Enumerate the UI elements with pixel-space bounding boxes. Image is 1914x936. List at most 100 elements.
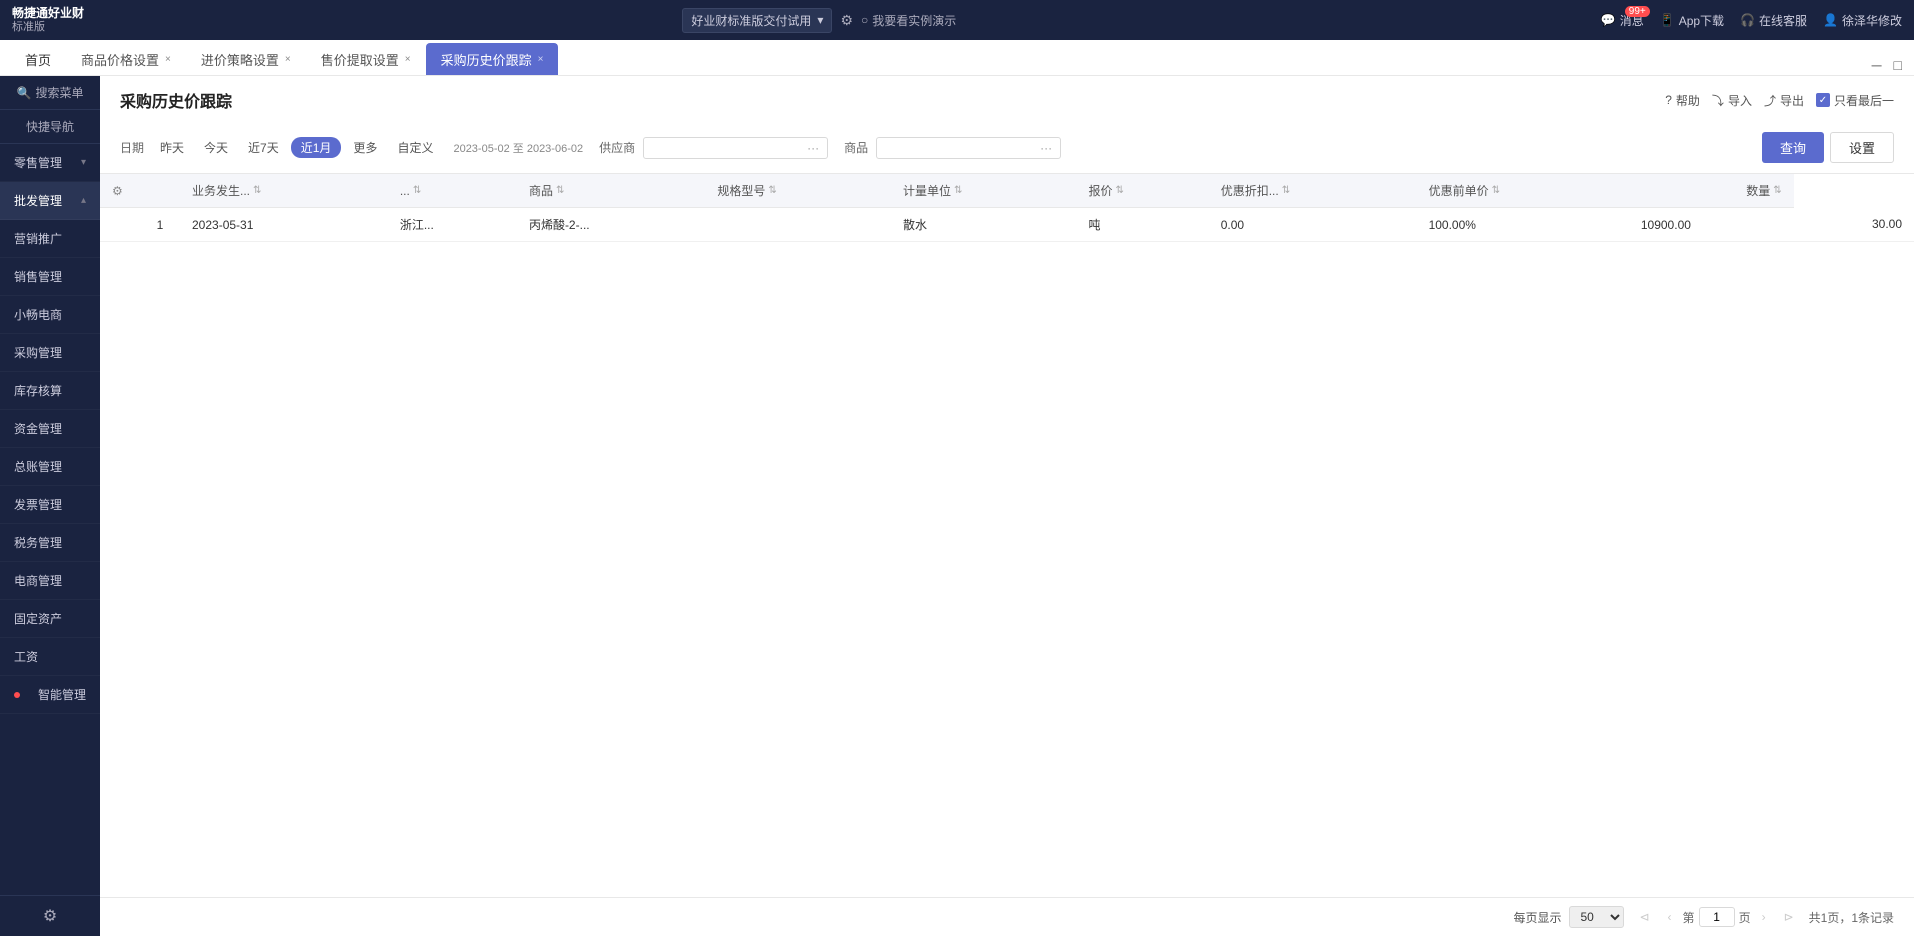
product-ellipsis[interactable]: ··· xyxy=(1040,141,1052,155)
table-head: ⚙ 业务发生... ⇅ ... ⇅ xyxy=(100,174,1914,208)
th-date[interactable]: 业务发生... ⇅ xyxy=(180,174,388,208)
version-select[interactable]: 好业财标准版交付试用 ▾ xyxy=(682,8,832,33)
th-sort-price[interactable]: 报价 ⇅ xyxy=(1089,182,1197,199)
table-wrap: ⚙ 业务发生... ⇅ ... ⇅ xyxy=(100,174,1914,897)
export-button[interactable]: ⤴ 导出 xyxy=(1764,92,1804,109)
td-discount: 100.00% xyxy=(1417,208,1629,242)
th-unit-price[interactable]: 优惠前单价 ⇅ xyxy=(1417,174,1629,208)
sidebar-search[interactable]: 🔍 搜索菜单 xyxy=(0,76,100,110)
th-quantity[interactable]: 数量 ⇅ xyxy=(1629,174,1794,208)
sidebar-quick-nav[interactable]: 快捷导航 xyxy=(0,110,100,144)
th-sort-product[interactable]: 商品 ⇅ xyxy=(529,182,693,199)
sort-icon-discount: ⇅ xyxy=(1282,185,1290,196)
supplier-input[interactable] xyxy=(652,141,807,155)
message-button[interactable]: 💬 消息 99+ xyxy=(1601,12,1644,29)
sidebar-item-general-ledger[interactable]: 总账管理 xyxy=(0,448,100,486)
settings-icon[interactable]: ⚙ xyxy=(840,12,853,29)
filter-actions: 查询 设置 xyxy=(1762,132,1894,163)
tab-close-price[interactable]: × xyxy=(165,54,171,65)
th-sort-extra[interactable]: ... ⇅ xyxy=(400,184,505,198)
sidebar-item-invoice[interactable]: 发票管理 xyxy=(0,486,100,524)
th-product[interactable]: 商品 ⇅ xyxy=(517,174,705,208)
th-sort-spec[interactable]: 规格型号 ⇅ xyxy=(717,182,879,199)
product-filter-group: 商品 ··· xyxy=(844,137,1061,159)
only-last-checkbox[interactable]: ✓ 只看最后一 xyxy=(1816,92,1894,109)
page-number-input[interactable] xyxy=(1699,907,1735,927)
sidebar-item-marketing[interactable]: 营销推广 xyxy=(0,220,100,258)
sidebar-item-ecommerce[interactable]: 电商管理 xyxy=(0,562,100,600)
page-size-label: 每页显示 xyxy=(1513,909,1561,926)
sidebar-item-ecommerce-small[interactable]: 小畅电商 xyxy=(0,296,100,334)
tab-home[interactable]: 首页 xyxy=(10,43,66,75)
page-next-button[interactable]: › xyxy=(1755,907,1773,927)
user-button[interactable]: 👤 徐泽华修改 xyxy=(1823,12,1902,29)
product-input[interactable] xyxy=(885,141,1040,155)
date-opt-more[interactable]: 更多 xyxy=(345,137,385,158)
tab-maximize-icon[interactable]: □ xyxy=(1890,55,1906,75)
page-suffix-label: 页 xyxy=(1739,909,1751,926)
page-size-select[interactable]: 50 100 200 xyxy=(1569,906,1624,928)
headset-icon: 🎧 xyxy=(1740,13,1755,27)
sidebar-item-smart[interactable]: 智能管理 xyxy=(0,676,100,714)
sort-icon-quantity: ⇅ xyxy=(1773,185,1781,196)
search-menu-button[interactable]: 🔍 搜索菜单 xyxy=(10,84,90,101)
th-extra[interactable]: ... ⇅ xyxy=(388,174,517,208)
sidebar-item-purchase[interactable]: 采购管理 xyxy=(0,334,100,372)
query-button[interactable]: 查询 xyxy=(1762,132,1824,163)
total-info: 共1页，1条记录 xyxy=(1809,909,1894,926)
sort-icon-product: ⇅ xyxy=(556,185,564,196)
help-button[interactable]: ? 帮助 xyxy=(1665,92,1700,109)
online-service-button[interactable]: 🎧 在线客服 xyxy=(1740,12,1807,29)
table-header-row: ⚙ 业务发生... ⇅ ... ⇅ xyxy=(100,174,1914,208)
th-unit[interactable]: 计量单位 ⇅ xyxy=(891,174,1077,208)
date-opt-yesterday[interactable]: 昨天 xyxy=(152,137,192,158)
sidebar-item-wholesale[interactable]: 批发管理 ▴ xyxy=(0,182,100,220)
import-icon: ⤵ xyxy=(1712,92,1724,109)
th-sort-discount[interactable]: 优惠折扣... ⇅ xyxy=(1221,182,1405,199)
th-sort-quantity[interactable]: 数量 ⇅ xyxy=(1641,182,1782,199)
sidebar-item-sales[interactable]: 销售管理 xyxy=(0,258,100,296)
th-settings[interactable]: ⚙ xyxy=(100,174,140,208)
supplier-ellipsis[interactable]: ··· xyxy=(807,141,819,155)
page-first-button[interactable]: ⊲ xyxy=(1632,907,1656,927)
column-settings-icon[interactable]: ⚙ xyxy=(112,184,123,198)
th-sort-date[interactable]: 业务发生... ⇅ xyxy=(192,182,376,199)
demo-button[interactable]: ○ 我要看实例演示 xyxy=(861,12,956,29)
table-body: 1 2023-05-31 浙江... 丙烯酸-2-... 散水 吨 0.00 1… xyxy=(100,208,1914,242)
th-discount[interactable]: 优惠折扣... ⇅ xyxy=(1209,174,1417,208)
td-spec xyxy=(705,208,891,242)
tab-strategy[interactable]: 进价策略设置 × xyxy=(186,43,306,75)
date-opt-1month[interactable]: 近1月 xyxy=(291,137,342,158)
sidebar-item-retail[interactable]: 零售管理 ▾ xyxy=(0,144,100,182)
sidebar-item-salary[interactable]: 工资 xyxy=(0,638,100,676)
sidebar-item-finance[interactable]: 资金管理 xyxy=(0,410,100,448)
tab-sale-price[interactable]: 售价提取设置 × xyxy=(306,43,426,75)
date-opt-custom[interactable]: 自定义 xyxy=(389,137,441,158)
tab-purchase-history[interactable]: 采购历史价跟踪 × xyxy=(426,43,559,75)
page-prev-button[interactable]: ‹ xyxy=(1661,907,1679,927)
supplier-input-wrap: ··· xyxy=(643,137,828,159)
th-sort-unit[interactable]: 计量单位 ⇅ xyxy=(903,182,1065,199)
sidebar-gear-icon[interactable]: ⚙ xyxy=(43,906,57,926)
date-opt-today[interactable]: 今天 xyxy=(196,137,236,158)
tab-minimize-icon[interactable]: ─ xyxy=(1868,55,1886,75)
date-opt-7days[interactable]: 近7天 xyxy=(240,137,287,158)
app-download-button[interactable]: 📱 App下载 xyxy=(1660,12,1724,29)
content-area: 采购历史价跟踪 ? 帮助 ⤵ 导入 ⤴ 导出 xyxy=(100,76,1914,936)
sort-icon-extra: ⇅ xyxy=(413,185,421,196)
tab-close-strategy[interactable]: × xyxy=(285,54,291,65)
sidebar-bottom: ⚙ xyxy=(0,895,100,936)
tab-close-sale-price[interactable]: × xyxy=(405,54,411,65)
th-price[interactable]: 报价 ⇅ xyxy=(1077,174,1209,208)
chevron-down-icon: ▾ xyxy=(817,13,823,27)
sidebar-item-tax[interactable]: 税务管理 xyxy=(0,524,100,562)
sidebar-item-fixed-assets[interactable]: 固定资产 xyxy=(0,600,100,638)
th-spec[interactable]: 规格型号 ⇅ xyxy=(705,174,891,208)
sidebar-item-inventory[interactable]: 库存核算 xyxy=(0,372,100,410)
import-button[interactable]: ⤵ 导入 xyxy=(1712,92,1752,109)
th-sort-unit-price[interactable]: 优惠前单价 ⇅ xyxy=(1429,182,1617,199)
tab-price[interactable]: 商品价格设置 × xyxy=(66,43,186,75)
settings-button[interactable]: 设置 xyxy=(1830,132,1894,163)
page-last-button[interactable]: ⊳ xyxy=(1777,907,1801,927)
tab-close-purchase-history[interactable]: × xyxy=(538,54,544,65)
